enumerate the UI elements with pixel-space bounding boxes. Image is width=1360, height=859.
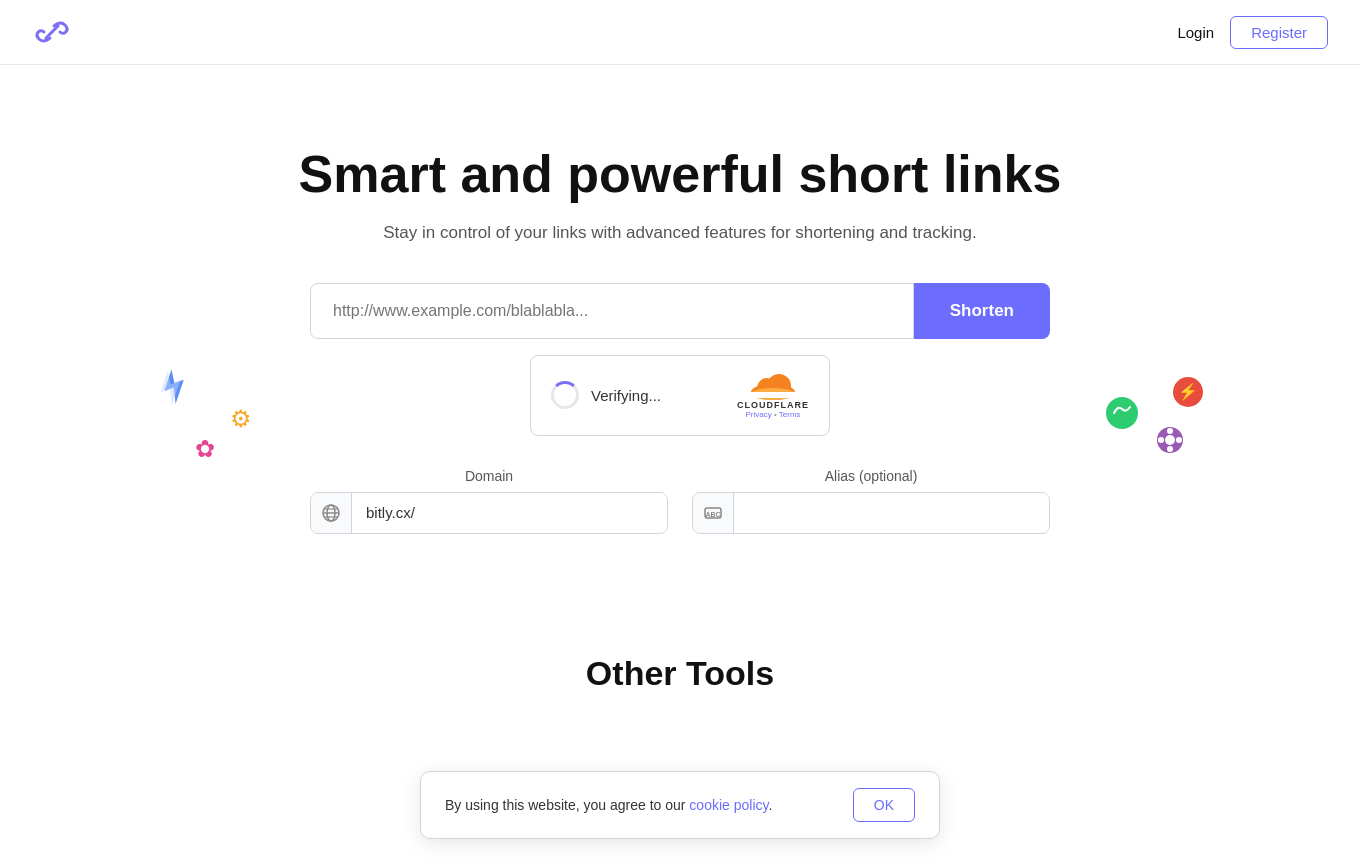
cloudflare-privacy-link[interactable]: Privacy [745,410,771,419]
other-tools-section: Other Tools [0,594,1360,723]
verify-left: Verifying... [551,381,661,409]
purple-icon [1155,425,1185,462]
red-icon: ⚡ [1171,375,1205,417]
cloudflare-terms-link[interactable]: Terms [779,410,801,419]
alias-input-wrap: ABC [692,492,1050,534]
svg-point-9 [1167,446,1173,452]
domain-field-group: Domain [310,468,668,534]
hero-subtitle: Stay in control of your links with advan… [20,223,1340,243]
flower-left-icon: ✿ [195,435,215,463]
svg-point-11 [1176,437,1182,443]
cloudflare-links: Privacy • Terms [745,410,800,419]
alias-field-group: Alias (optional) ABC [692,468,1050,534]
domain-input-wrap [310,492,668,534]
svg-point-7 [1165,435,1175,445]
cloudflare-cloud-icon [749,372,797,400]
green-circle-icon [1104,395,1140,439]
logo [32,12,72,52]
bolt-icon [148,359,205,421]
other-tools-title: Other Tools [20,654,1340,693]
nav-links: Login Register [1177,16,1328,49]
login-button[interactable]: Login [1177,24,1214,41]
domain-www-icon [311,493,352,533]
cloudflare-verify-box: Verifying... CLOUDFLARE Privacy • Terms [530,355,830,436]
shorten-button[interactable]: Shorten [914,283,1050,339]
logo-icon [32,12,72,52]
svg-point-10 [1158,437,1164,443]
domain-label: Domain [310,468,668,484]
alias-input[interactable] [734,493,1049,532]
alias-label: Alias (optional) [692,468,1050,484]
svg-point-8 [1167,428,1173,434]
svg-point-3 [1106,397,1138,429]
svg-marker-2 [155,368,187,407]
options-row: Domain Alias (optional) [310,468,1050,534]
gear-icon: ⚙ [230,405,252,433]
verify-text: Verifying... [591,387,661,404]
svg-point-4 [1173,377,1203,407]
url-form: Shorten [310,283,1050,339]
cloudflare-brand: CLOUDFLARE [737,400,809,410]
url-input[interactable] [310,283,914,339]
svg-text:⚡: ⚡ [1178,382,1198,401]
hero-title: Smart and powerful short links [20,145,1340,205]
svg-marker-1 [158,367,190,406]
verifying-spinner [551,381,579,409]
cloudflare-logo: CLOUDFLARE Privacy • Terms [737,372,809,419]
svg-text:ABC: ABC [705,510,720,517]
hero-section: ⚙ ✿ ⚡ Smart and powerful short links Sta… [0,65,1360,594]
domain-input[interactable] [352,493,667,532]
svg-line-0 [46,26,58,38]
register-button[interactable]: Register [1230,16,1328,49]
cf-dot: • [774,410,777,419]
alias-abc-icon: ABC [693,493,734,533]
svg-point-6 [1157,427,1183,453]
navbar: Login Register [0,0,1360,65]
svg-rect-16 [751,392,795,398]
